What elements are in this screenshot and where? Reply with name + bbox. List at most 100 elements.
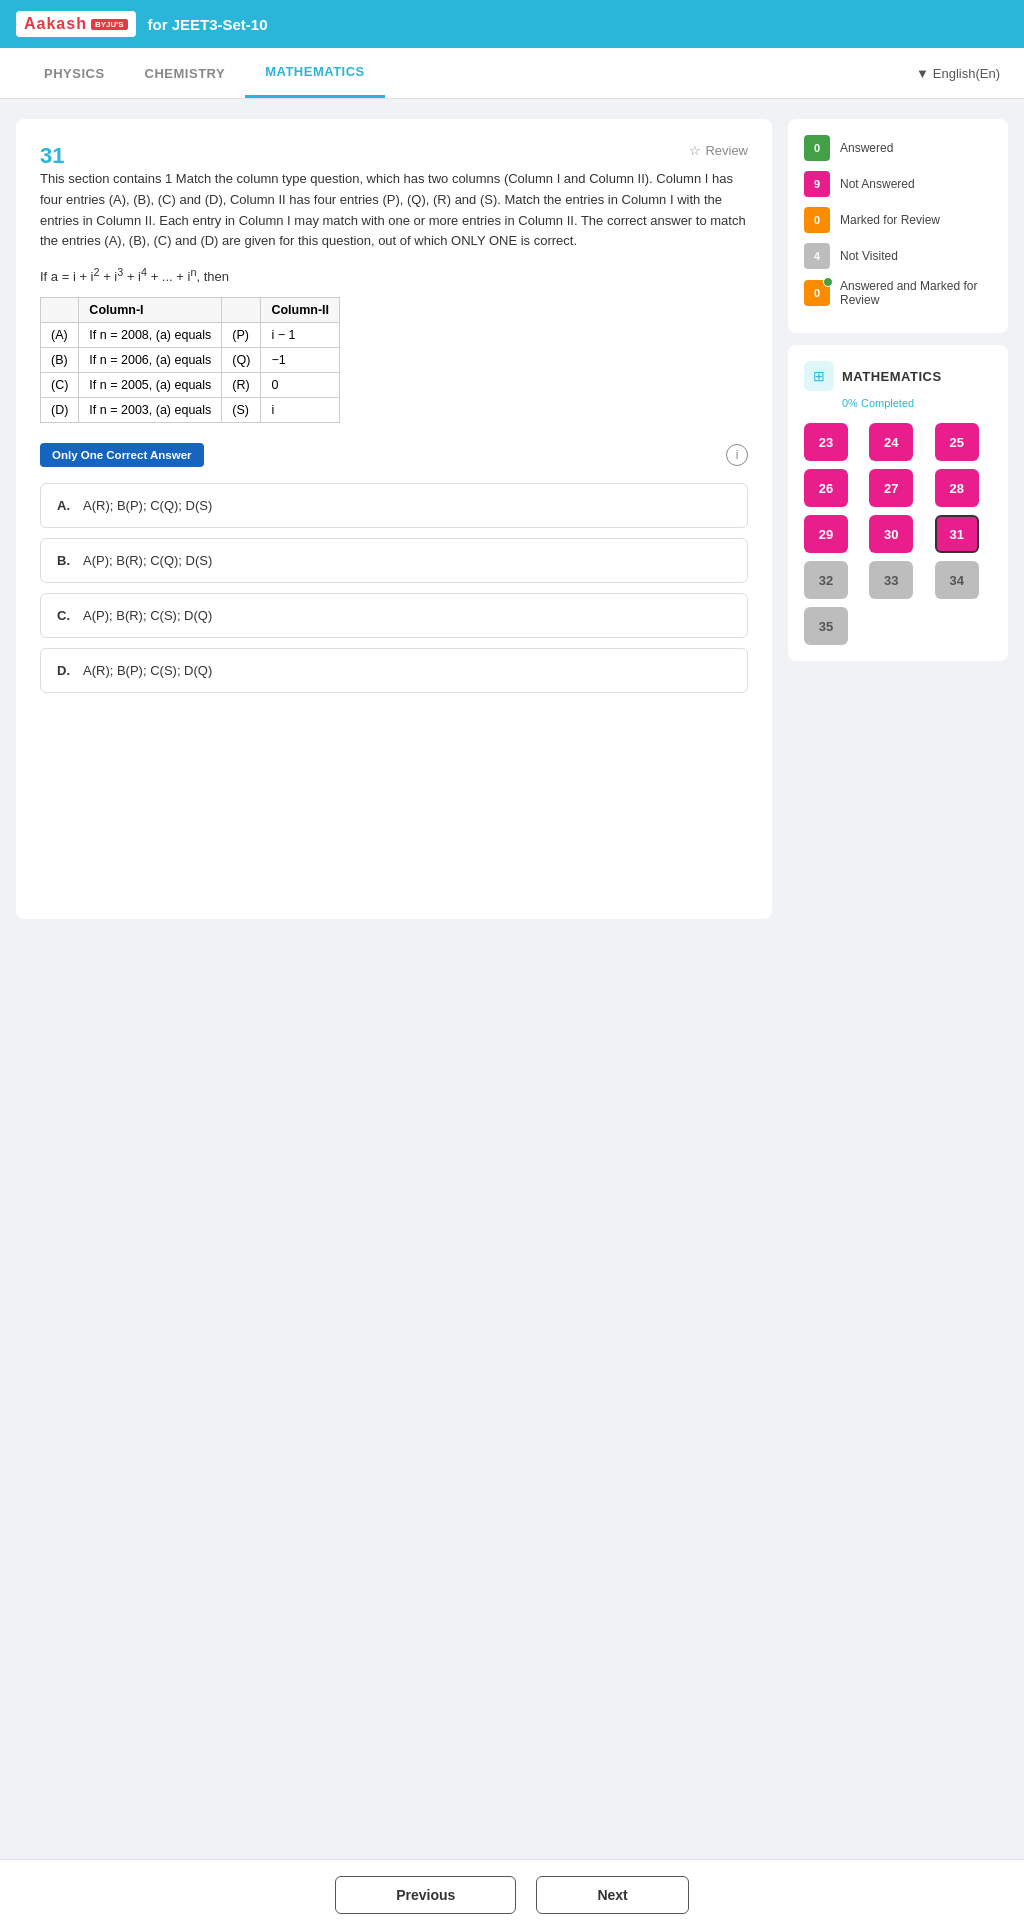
answered-badge: 0	[804, 135, 830, 161]
row-b-sep: (Q)	[222, 347, 261, 372]
option-b-text: A(P); B(R); C(Q); D(S)	[83, 553, 212, 568]
answer-type-row: Only One Correct Answer i	[40, 443, 748, 467]
question-number: 31	[40, 143, 64, 168]
section-card: ⊞ MATHEMATICS 0% Completed 23 24 25 26 2…	[788, 345, 1008, 661]
sidebar: 0 Answered 9 Not Answered 0 Marked for R…	[788, 119, 1008, 919]
row-a-col2: i − 1	[261, 322, 340, 347]
marked-badge: 0	[804, 207, 830, 233]
q-btn-24[interactable]: 24	[869, 423, 913, 461]
chevron-down-icon: ▼	[916, 66, 929, 81]
q-btn-32[interactable]: 32	[804, 561, 848, 599]
table-col-1-header: Column-I	[79, 297, 222, 322]
answered-marked-count: 0	[814, 287, 820, 299]
option-d-text: A(R); B(P); C(S); D(Q)	[83, 663, 212, 678]
app-header: Aakash BYJU'S for JEET3-Set-10	[0, 0, 1024, 48]
q-btn-25[interactable]: 25	[935, 423, 979, 461]
option-a-text: A(R); B(P); C(Q); D(S)	[83, 498, 212, 513]
option-b[interactable]: B. A(P); B(R); C(Q); D(S)	[40, 538, 748, 583]
option-c-text: A(P); B(R); C(S); D(Q)	[83, 608, 212, 623]
answered-label: Answered	[840, 141, 893, 155]
dot-indicator	[823, 277, 833, 287]
q-btn-27[interactable]: 27	[869, 469, 913, 507]
language-label: English(En)	[933, 66, 1000, 81]
subject-tabs: PHYSICS CHEMISTRY MATHEMATICS ▼ English(…	[0, 48, 1024, 99]
q-btn-33[interactable]: 33	[869, 561, 913, 599]
option-a[interactable]: A. A(R); B(P); C(Q); D(S)	[40, 483, 748, 528]
not-answered-count: 9	[814, 178, 820, 190]
tab-mathematics[interactable]: MATHEMATICS	[245, 48, 385, 98]
row-b-col2: −1	[261, 347, 340, 372]
legend-answered-marked: 0 Answered and Marked for Review	[804, 279, 992, 307]
marked-label: Marked for Review	[840, 213, 940, 227]
table-row: (D) If n = 2003, (a) equals (S) i	[41, 397, 340, 422]
answered-count: 0	[814, 142, 820, 154]
row-c-label: (C)	[41, 372, 79, 397]
q-btn-26[interactable]: 26	[804, 469, 848, 507]
logo: Aakash BYJU'S	[16, 11, 136, 37]
answered-marked-badge: 0	[804, 280, 830, 306]
tab-physics[interactable]: PHYSICS	[24, 50, 125, 97]
info-icon[interactable]: i	[726, 444, 748, 466]
row-d-col1: If n = 2003, (a) equals	[79, 397, 222, 422]
row-c-col1: If n = 2005, (a) equals	[79, 372, 222, 397]
legend-answered: 0 Answered	[804, 135, 992, 161]
not-answered-label: Not Answered	[840, 177, 915, 191]
option-c[interactable]: C. A(P); B(R); C(S); D(Q)	[40, 593, 748, 638]
section-icon: ⊞	[804, 361, 834, 391]
answered-marked-label: Answered and Marked for Review	[840, 279, 992, 307]
option-a-label: A.	[57, 498, 73, 513]
answer-type-badge: Only One Correct Answer	[40, 443, 204, 467]
language-selector[interactable]: ▼ English(En)	[916, 66, 1000, 81]
byju-badge: BYJU'S	[91, 19, 128, 30]
match-table: Column-I Column-II (A) If n = 2008, (a) …	[40, 297, 340, 423]
question-grid: 23 24 25 26 27 28 29 30 31 32 33 34 35	[804, 423, 992, 645]
row-a-sep: (P)	[222, 322, 261, 347]
row-c-sep: (R)	[222, 372, 261, 397]
logo-text: Aakash	[24, 15, 87, 33]
legend-marked: 0 Marked for Review	[804, 207, 992, 233]
option-c-label: C.	[57, 608, 73, 623]
row-d-label: (D)	[41, 397, 79, 422]
previous-button[interactable]: Previous	[335, 1876, 516, 1914]
not-visited-badge: 4	[804, 243, 830, 269]
star-icon: ☆	[689, 143, 701, 158]
not-visited-label: Not Visited	[840, 249, 898, 263]
next-button[interactable]: Next	[536, 1876, 688, 1914]
table-col-2-header: Column-II	[261, 297, 340, 322]
section-title: MATHEMATICS	[842, 369, 942, 384]
table-row: (A) If n = 2008, (a) equals (P) i − 1	[41, 322, 340, 347]
section-header: ⊞ MATHEMATICS	[804, 361, 992, 391]
option-d-label: D.	[57, 663, 73, 678]
row-c-col2: 0	[261, 372, 340, 397]
option-d[interactable]: D. A(R); B(P); C(S); D(Q)	[40, 648, 748, 693]
marked-count: 0	[814, 214, 820, 226]
q-btn-23[interactable]: 23	[804, 423, 848, 461]
q-btn-35[interactable]: 35	[804, 607, 848, 645]
q-btn-28[interactable]: 28	[935, 469, 979, 507]
not-answered-badge: 9	[804, 171, 830, 197]
row-d-sep: (S)	[222, 397, 261, 422]
main-content: 31 ☆ Review This section contains 1 Matc…	[0, 99, 1024, 939]
table-col-empty	[41, 297, 79, 322]
legend-not-answered: 9 Not Answered	[804, 171, 992, 197]
tab-chemistry[interactable]: CHEMISTRY	[125, 50, 246, 97]
review-label: Review	[705, 143, 748, 158]
review-button[interactable]: ☆ Review	[689, 143, 748, 158]
row-a-col1: If n = 2008, (a) equals	[79, 322, 222, 347]
legend-card: 0 Answered 9 Not Answered 0 Marked for R…	[788, 119, 1008, 333]
header-title: for JEET3-Set-10	[148, 16, 268, 33]
q-btn-29[interactable]: 29	[804, 515, 848, 553]
table-col-sep	[222, 297, 261, 322]
question-panel: 31 ☆ Review This section contains 1 Matc…	[16, 119, 772, 919]
row-d-col2: i	[261, 397, 340, 422]
legend-not-visited: 4 Not Visited	[804, 243, 992, 269]
q-btn-31[interactable]: 31	[935, 515, 979, 553]
section-progress: 0% Completed	[842, 397, 992, 409]
bottom-nav: Previous Next	[0, 1859, 1024, 1929]
table-row: (C) If n = 2005, (a) equals (R) 0	[41, 372, 340, 397]
q-btn-34[interactable]: 34	[935, 561, 979, 599]
q-btn-30[interactable]: 30	[869, 515, 913, 553]
question-body: This section contains 1 Match the column…	[40, 169, 748, 252]
row-a-label: (A)	[41, 322, 79, 347]
option-b-label: B.	[57, 553, 73, 568]
